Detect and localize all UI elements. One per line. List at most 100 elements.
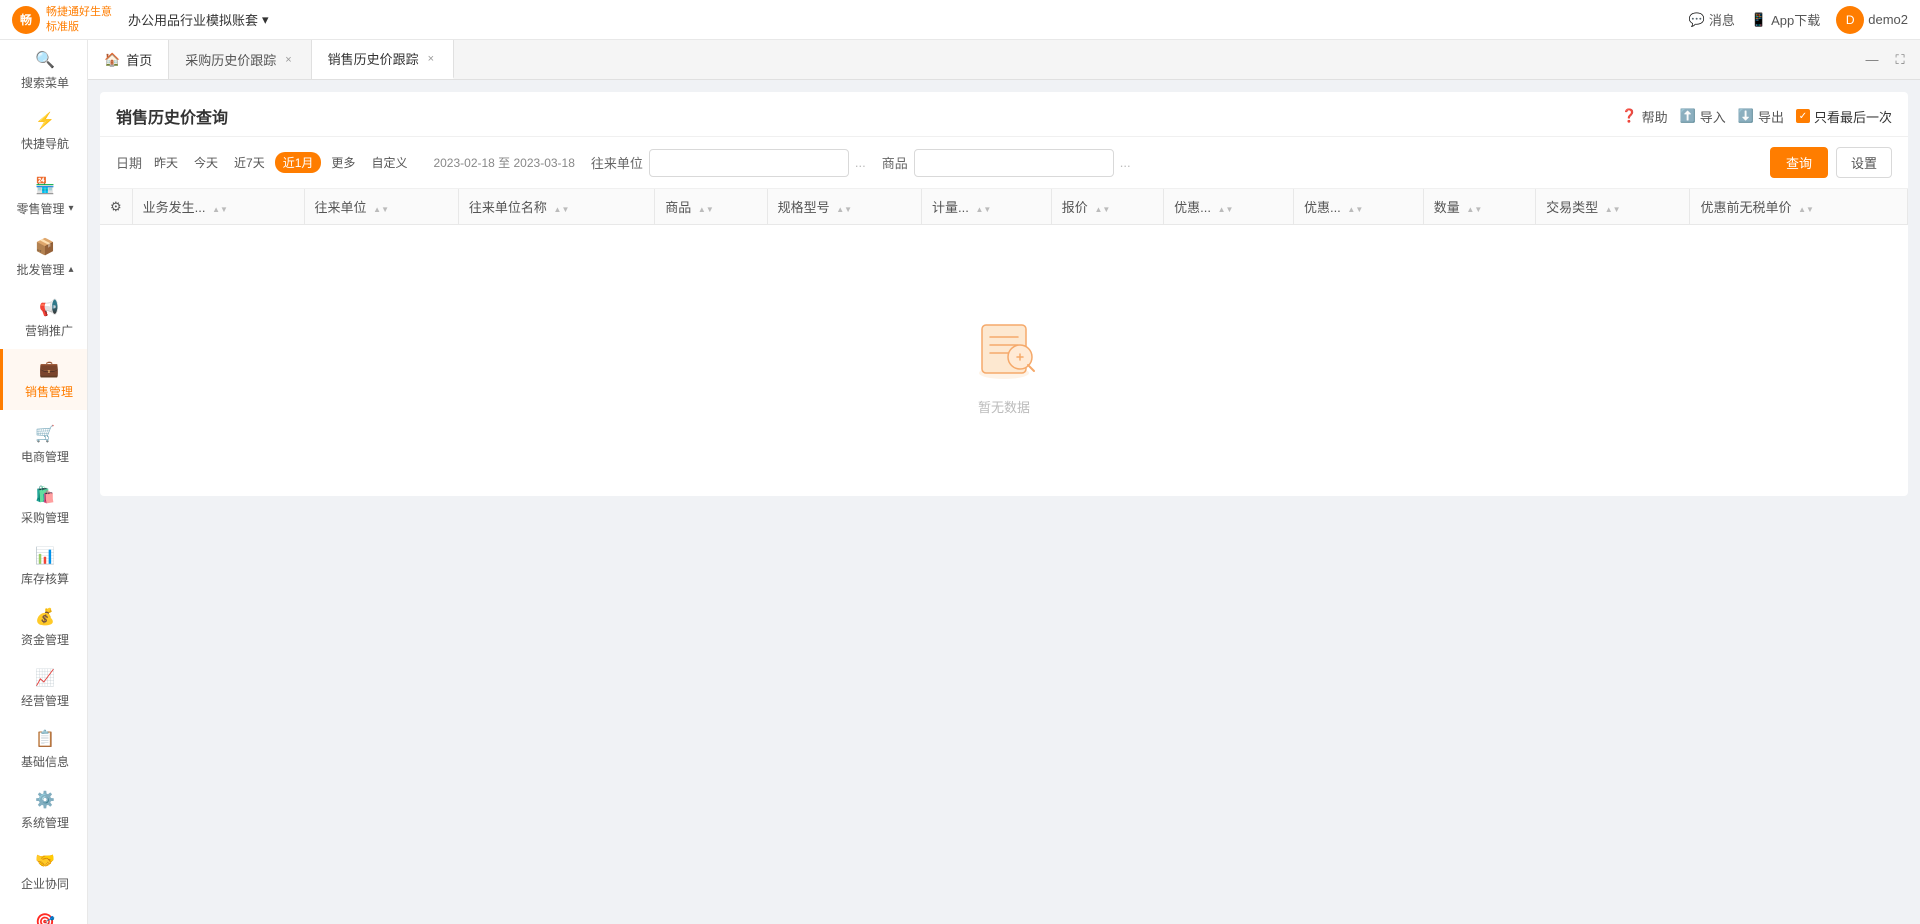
home-icon: 🏠 <box>104 52 120 68</box>
date-option-custom[interactable]: 自定义 <box>365 152 413 173</box>
sort-icon: ▲▼ <box>836 205 852 214</box>
table-header-spec[interactable]: 规格型号 ▲▼ <box>767 189 921 225</box>
date-options: 昨天 今天 近7天 近1月 更多 自定义 <box>148 152 413 173</box>
sidebar-item-system[interactable]: ⚙️ 系统管理 <box>0 780 87 841</box>
tab-sales-history[interactable]: 销售历史价跟踪 × <box>312 40 454 79</box>
sidebar-item-marketing[interactable]: 📢 营销推广 <box>0 288 87 349</box>
filter-area: 日期 昨天 今天 近7天 近1月 更多 自定义 2023-02-18 至 202… <box>100 137 1908 189</box>
user-action[interactable]: D demo2 <box>1836 6 1908 34</box>
header-left: 畅 畅捷通好生意 标准版 办公用品行业模拟账套 ▾ <box>12 5 277 34</box>
purchase-icon: 🛍️ <box>35 485 55 505</box>
tab-maximize-button[interactable]: ⛶ <box>1888 48 1912 72</box>
app-download-action[interactable]: 📱 App下载 <box>1751 10 1820 29</box>
tab-close-sales[interactable]: × <box>425 52 437 66</box>
page-title-bar: 销售历史价查询 ❓ 帮助 ⬆️ 导入 ⬇️ 导出 <box>100 92 1908 137</box>
retail-icon: 🏪 <box>35 176 55 196</box>
table-header-quote[interactable]: 报价 ▲▼ <box>1051 189 1163 225</box>
sort-icon: ▲▼ <box>1218 205 1234 214</box>
page-title: 销售历史价查询 <box>116 104 228 128</box>
content-area: 🏠 首页 采购历史价跟踪 × 销售历史价跟踪 × — ⛶ 销售历史价查询 <box>88 40 1920 924</box>
date-option-yesterday[interactable]: 昨天 <box>148 152 184 173</box>
sidebar-item-wholesale[interactable]: 📦 批发管理 ▴ <box>0 227 87 288</box>
top-header: 畅 畅捷通好生意 标准版 办公用品行业模拟账套 ▾ 💬 消息 📱 App下载 D… <box>0 0 1920 40</box>
goods-input[interactable] <box>914 149 1114 177</box>
date-range-text: 2023-02-18 至 2023-03-18 <box>433 154 574 171</box>
date-option-more[interactable]: 更多 <box>325 152 361 173</box>
tab-actions: — ⛶ <box>1852 40 1920 79</box>
table-header-partner-name[interactable]: 往来单位名称 ▲▼ <box>458 189 654 225</box>
sort-icon: ▲▼ <box>975 205 991 214</box>
search-icon: 🔍 <box>35 50 55 70</box>
sidebar-item-shortcut[interactable]: ⚡ 快捷导航 <box>0 101 87 162</box>
goods-dots-button[interactable]: ... <box>1120 155 1131 170</box>
query-button[interactable]: 查询 <box>1770 147 1828 178</box>
message-icon: 💬 <box>1689 12 1705 28</box>
sort-icon: ▲▼ <box>373 205 389 214</box>
sidebar: 🔍 搜索菜单 ⚡ 快捷导航 🏪 零售管理 ▾ 📦 批发管理 ▴ 📢 营销推广 <box>0 40 88 924</box>
sidebar-item-operations[interactable]: 📈 经营管理 <box>0 658 87 719</box>
empty-illustration <box>964 305 1044 385</box>
export-button[interactable]: ⬇️ 导出 <box>1738 107 1784 126</box>
table-header-trade-type[interactable]: 交易类型 ▲▼ <box>1536 189 1690 225</box>
table-header-discount2[interactable]: 优惠... ▲▼ <box>1293 189 1423 225</box>
sidebar-item-basic[interactable]: 📋 基础信息 <box>0 719 87 780</box>
only-last-checkbox[interactable]: ✓ 只看最后一次 <box>1796 107 1892 126</box>
date-label: 日期 <box>116 153 142 172</box>
checkbox-icon: ✓ <box>1796 109 1810 123</box>
date-range-display: 2023-02-18 至 2023-03-18 <box>429 154 574 171</box>
sidebar-item-enterprise[interactable]: 🤝 企业协同 <box>0 841 87 902</box>
finance-icon: 💰 <box>35 607 55 627</box>
empty-state: 暂无数据 <box>100 225 1908 496</box>
tab-minimize-button[interactable]: — <box>1860 48 1884 72</box>
help-icon: ❓ <box>1621 108 1637 124</box>
sidebar-item-ecommerce[interactable]: 🛒 电商管理 <box>0 414 87 475</box>
sort-icon: ▲▼ <box>698 205 714 214</box>
table-header-biz-date[interactable]: 业务发生... ▲▼ <box>132 189 304 225</box>
help-button[interactable]: ❓ 帮助 <box>1621 107 1667 126</box>
table-container: ⚙ 业务发生... ▲▼ 往来单位 ▲▼ <box>100 189 1908 225</box>
filter-actions: 查询 设置 <box>1770 147 1892 178</box>
table-header-unit[interactable]: 计量... ▲▼ <box>921 189 1051 225</box>
tab-spacer <box>454 40 1852 79</box>
partner-input[interactable] <box>649 149 849 177</box>
sidebar-item-inventory[interactable]: 📊 库存核算 <box>0 536 87 597</box>
sidebar-item-purchase[interactable]: 🛍️ 采购管理 <box>0 475 87 536</box>
sidebar-item-sales[interactable]: 💼 销售管理 <box>0 349 87 410</box>
ecommerce-icon: 🛒 <box>35 424 55 444</box>
system-icon: ⚙️ <box>35 790 55 810</box>
message-action[interactable]: 💬 消息 <box>1689 10 1735 29</box>
sales-icon: 💼 <box>39 359 59 379</box>
import-button[interactable]: ⬆️ 导入 <box>1680 107 1726 126</box>
header-right: 💬 消息 📱 App下载 D demo2 <box>1689 6 1908 34</box>
main-layout: 🔍 搜索菜单 ⚡ 快捷导航 🏪 零售管理 ▾ 📦 批发管理 ▴ 📢 营销推广 <box>0 40 1920 924</box>
table-header-discount1[interactable]: 优惠... ▲▼ <box>1164 189 1294 225</box>
page-card: 销售历史价查询 ❓ 帮助 ⬆️ 导入 ⬇️ 导出 <box>100 92 1908 496</box>
phone-icon: 📱 <box>1751 12 1767 28</box>
logo-icon: 畅 <box>12 6 40 34</box>
table-header-quantity[interactable]: 数量 ▲▼ <box>1423 189 1535 225</box>
sort-icon: ▲▼ <box>1605 205 1621 214</box>
date-option-7days[interactable]: 近7天 <box>228 152 271 173</box>
sidebar-item-search[interactable]: 🔍 搜索菜单 <box>0 40 87 101</box>
partner-dots-button[interactable]: ... <box>855 155 866 170</box>
gear-icon[interactable]: ⚙ <box>110 199 122 214</box>
workspace-selector[interactable]: 办公用品行业模拟账套 ▾ <box>120 6 277 33</box>
table-header-goods[interactable]: 商品 ▲▼ <box>655 189 767 225</box>
table-header-settings[interactable]: ⚙ <box>100 189 132 225</box>
date-option-today[interactable]: 今天 <box>188 152 224 173</box>
table-header-pretax-price[interactable]: 优惠前无税单价 ▲▼ <box>1690 189 1908 225</box>
goods-filter-group: 商品 ... <box>882 149 1131 177</box>
tab-purchase-history[interactable]: 采购历史价跟踪 × <box>169 40 311 79</box>
chevron-down-icon: ▾ <box>68 203 73 214</box>
basic-icon: 📋 <box>35 729 55 749</box>
sidebar-item-retail[interactable]: 🏪 零售管理 ▾ <box>0 166 87 227</box>
sidebar-item-finance[interactable]: 💰 资金管理 <box>0 597 87 658</box>
date-option-1month[interactable]: 近1月 <box>275 152 322 173</box>
sidebar-item-guide[interactable]: 🎯 新手引导 <box>0 902 87 924</box>
sort-icon: ▲▼ <box>1798 205 1814 214</box>
table-header-partner-code[interactable]: 往来单位 ▲▼ <box>304 189 458 225</box>
settings-button[interactable]: 设置 <box>1836 147 1892 178</box>
tab-home[interactable]: 🏠 首页 <box>88 40 169 79</box>
tab-close-purchase[interactable]: × <box>282 53 294 67</box>
sort-icon: ▲▼ <box>212 205 228 214</box>
